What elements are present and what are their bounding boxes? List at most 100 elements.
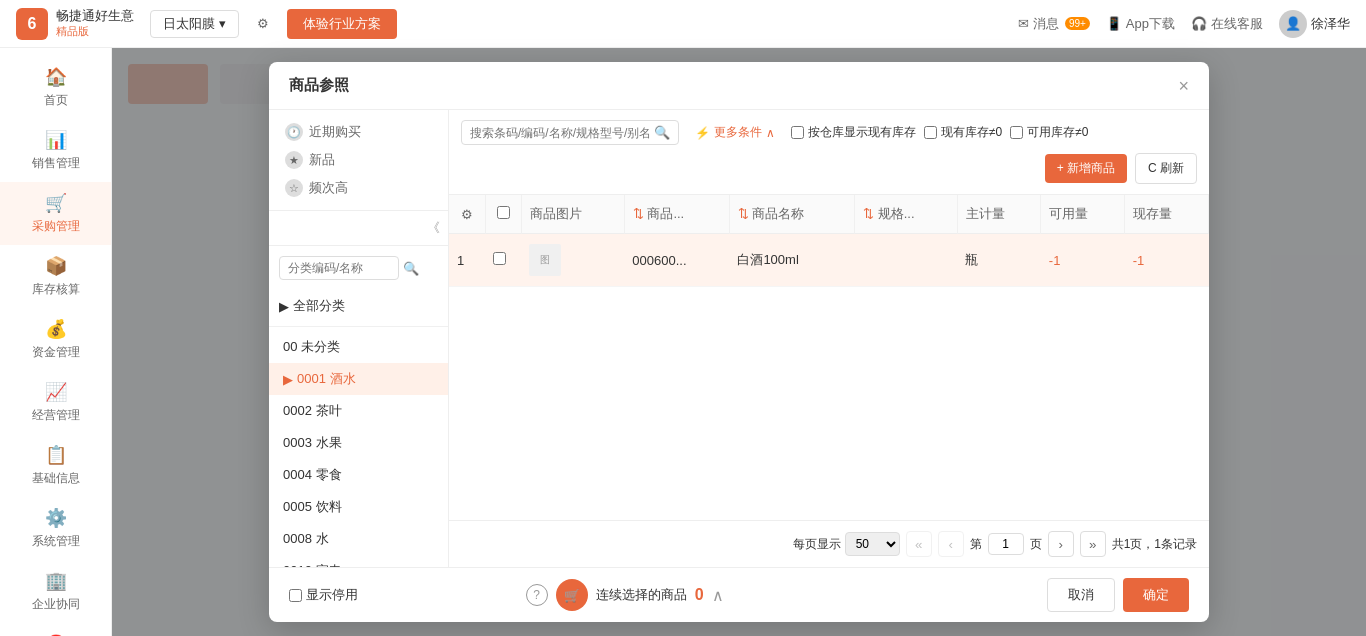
- confirm-button[interactable]: 确定: [1123, 578, 1189, 612]
- product-search-box: 🔍: [461, 120, 679, 145]
- row-code: 000600...: [624, 234, 729, 287]
- page-size-select: 每页显示 50 10 20 100: [793, 532, 900, 556]
- cart-button[interactable]: 🛒: [556, 579, 588, 611]
- sort-up-icon: ⇅: [633, 206, 644, 221]
- table-row[interactable]: 1 图 000600... 白酒100ml 瓶 -1 -1: [449, 234, 1209, 287]
- cat-item-0002[interactable]: 0002 茶叶: [269, 395, 448, 427]
- row-image: 图: [521, 234, 624, 287]
- nav-selector[interactable]: 日太阳膜 ▾: [150, 10, 239, 38]
- cat-item-0005[interactable]: 0005 饮料: [269, 491, 448, 523]
- nav-messages[interactable]: ✉ 消息 99+: [1018, 15, 1090, 33]
- cat-0002-label: 0002 茶叶: [283, 402, 342, 420]
- sidebar-item-operation[interactable]: 📈 经营管理: [0, 371, 111, 434]
- sidebar-item-system[interactable]: ⚙️ 系统管理: [0, 497, 111, 560]
- sidebar-label-inventory: 库存核算: [32, 281, 80, 298]
- col-settings[interactable]: ⚙: [449, 195, 485, 234]
- page-number-input[interactable]: [988, 533, 1024, 555]
- select-all-checkbox[interactable]: [497, 206, 510, 219]
- cat-0005-label: 0005 饮料: [283, 498, 342, 516]
- col-code[interactable]: ⇅ 商品...: [624, 195, 729, 234]
- dialog-footer: 显示停用 ? 🛒 连续选择的商品 0 ∧ 取消: [269, 567, 1209, 622]
- search-icon[interactable]: 🔍: [654, 125, 670, 140]
- warehouse-checkbox[interactable]: [791, 126, 804, 139]
- page-label: 第: [970, 536, 982, 553]
- prev-page-button[interactable]: ‹: [938, 531, 964, 557]
- experience-button[interactable]: 体验行业方案: [287, 9, 397, 39]
- cat-item-0008[interactable]: 0008 水: [269, 523, 448, 555]
- quick-filter-recent[interactable]: 🕐 近期购买: [279, 118, 438, 146]
- available-checkbox[interactable]: [1010, 126, 1023, 139]
- quick-filter-frequent[interactable]: ☆ 频次高: [279, 174, 438, 202]
- cat-item-all[interactable]: ▶ 全部分类: [269, 290, 448, 322]
- col-checkbox: [485, 195, 521, 234]
- category-search-input[interactable]: [279, 256, 399, 280]
- cat-item-0001[interactable]: ▶ 0001 酒水: [269, 363, 448, 395]
- sidebar-item-guide[interactable]: 🎯 新手引导: [0, 623, 111, 636]
- checkbox-inventory-filter[interactable]: 现有库存≠0: [924, 124, 1002, 141]
- sidebar-item-enterprise[interactable]: 🏢 企业协同: [0, 560, 111, 623]
- cat-item-0004[interactable]: 0004 零食: [269, 459, 448, 491]
- nav-app-download[interactable]: 📱 App下载: [1106, 15, 1175, 33]
- chevron-down-icon: ▾: [219, 16, 226, 31]
- show-stopped-label: 显示停用: [306, 586, 358, 604]
- cat-item-00[interactable]: 00 未分类: [269, 331, 448, 363]
- logo-sub: 精品版: [56, 24, 134, 39]
- collapse-panel-button[interactable]: 《: [269, 211, 448, 246]
- logo-area: 6 畅捷通好生意 精品版: [16, 8, 134, 40]
- arrow-icon: ▶: [279, 299, 289, 314]
- sidebar-item-basic[interactable]: 📋 基础信息: [0, 434, 111, 497]
- search-icon[interactable]: 🔍: [403, 261, 419, 276]
- content-area: 商品参照 × 🕐 近期购买 ★: [112, 48, 1366, 636]
- product-data-table: ⚙ 商品图片 ⇅ 商品...: [449, 195, 1209, 287]
- cat-item-0010[interactable]: 0010 家电: [269, 555, 448, 567]
- message-icon: ✉: [1018, 16, 1029, 31]
- col-name[interactable]: ⇅ 商品名称: [729, 195, 854, 234]
- main-layout: 🏠 首页 📊 销售管理 🛒 采购管理 📦 库存核算 💰 资金管理 📈 经营管理 …: [0, 48, 1366, 636]
- nav-right: ✉ 消息 99+ 📱 App下载 🎧 在线客服 👤 徐泽华: [1018, 10, 1350, 38]
- gear-icon[interactable]: ⚙: [247, 8, 279, 40]
- help-icon[interactable]: ?: [526, 584, 548, 606]
- product-search-input[interactable]: [470, 126, 650, 140]
- recent-icon: 🕐: [285, 123, 303, 141]
- add-product-button[interactable]: + 新增商品: [1045, 154, 1127, 183]
- cat-00-label: 00 未分类: [283, 338, 340, 356]
- sidebar: 🏠 首页 📊 销售管理 🛒 采购管理 📦 库存核算 💰 资金管理 📈 经营管理 …: [0, 48, 112, 636]
- col-image: 商品图片: [521, 195, 624, 234]
- close-icon[interactable]: ×: [1178, 77, 1189, 95]
- finance-icon: 💰: [45, 318, 67, 340]
- next-page-button[interactable]: ›: [1048, 531, 1074, 557]
- sidebar-item-sales[interactable]: 📊 销售管理: [0, 119, 111, 182]
- show-stopped-checkbox[interactable]: 显示停用: [289, 586, 358, 604]
- category-search: 🔍: [269, 246, 448, 286]
- checkbox-available-filter[interactable]: 可用库存≠0: [1010, 124, 1088, 141]
- col-spec[interactable]: ⇅ 规格...: [855, 195, 957, 234]
- checkbox-warehouse-filter[interactable]: 按仓库显示现有库存: [791, 124, 916, 141]
- sidebar-item-finance[interactable]: 💰 资金管理: [0, 308, 111, 371]
- collapse-up-icon[interactable]: ∧: [712, 586, 724, 605]
- row-stock: -1: [1125, 234, 1209, 287]
- sidebar-item-inventory[interactable]: 📦 库存核算: [0, 245, 111, 308]
- frequent-icon: ☆: [285, 179, 303, 197]
- row-unit: 瓶: [957, 234, 1041, 287]
- row-checkbox[interactable]: [485, 234, 521, 287]
- quick-filter-frequent-label: 频次高: [309, 179, 348, 197]
- page-size-dropdown[interactable]: 50 10 20 100: [845, 532, 900, 556]
- warehouse-label: 按仓库显示现有库存: [808, 124, 916, 141]
- refresh-button[interactable]: C 刷新: [1135, 153, 1197, 184]
- cancel-button[interactable]: 取消: [1047, 578, 1115, 612]
- sidebar-item-home[interactable]: 🏠 首页: [0, 56, 111, 119]
- nav-online-service[interactable]: 🎧 在线客服: [1191, 15, 1263, 33]
- first-page-button[interactable]: «: [906, 531, 932, 557]
- last-page-button[interactable]: »: [1080, 531, 1106, 557]
- cat-0004-label: 0004 零食: [283, 466, 342, 484]
- dialog-body: 🕐 近期购买 ★ 新品 ☆ 频次高: [269, 110, 1209, 567]
- stopped-checkbox[interactable]: [289, 589, 302, 602]
- quick-filter-new[interactable]: ★ 新品: [279, 146, 438, 174]
- sidebar-item-purchase[interactable]: 🛒 采购管理: [0, 182, 111, 245]
- inventory-checkbox[interactable]: [924, 126, 937, 139]
- product-reference-dialog: 商品参照 × 🕐 近期购买 ★: [269, 62, 1209, 622]
- row-select-checkbox[interactable]: [493, 252, 506, 265]
- user-info[interactable]: 👤 徐泽华: [1279, 10, 1350, 38]
- cat-item-0003[interactable]: 0003 水果: [269, 427, 448, 459]
- more-filters-button[interactable]: ⚡ 更多条件 ∧: [687, 120, 783, 145]
